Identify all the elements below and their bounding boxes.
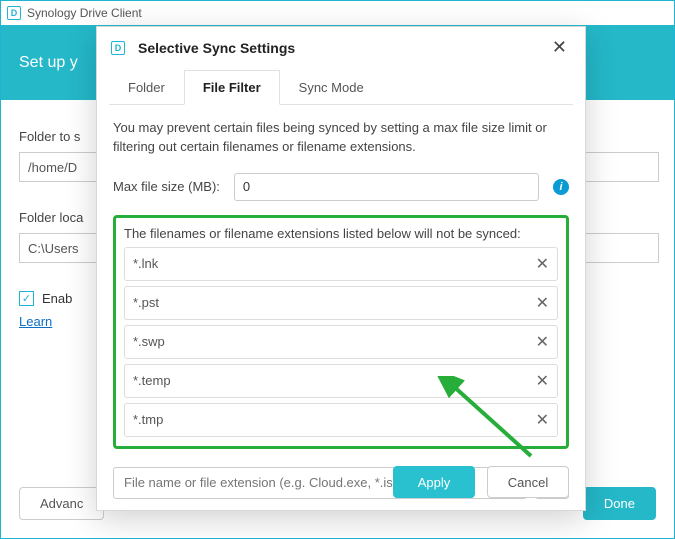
exclusion-text: *.pst xyxy=(133,295,159,310)
exclusion-item: *.temp ✕ xyxy=(124,364,558,398)
max-size-label: Max file size (MB): xyxy=(113,179,220,194)
exclusion-item: *.pst ✕ xyxy=(124,286,558,320)
modal-app-icon: D xyxy=(111,41,125,55)
exclusion-item: *.swp ✕ xyxy=(124,325,558,359)
max-size-input[interactable] xyxy=(234,173,539,201)
exclusion-text: *.swp xyxy=(133,334,165,349)
info-icon[interactable]: i xyxy=(553,179,569,195)
exclusion-text: *.temp xyxy=(133,373,171,388)
exclusion-list-highlight: The filenames or filename extensions lis… xyxy=(113,215,569,449)
remove-icon[interactable]: ✕ xyxy=(536,371,549,391)
exclusion-item: *.tmp ✕ xyxy=(124,403,558,437)
titlebar: D Synology Drive Client xyxy=(1,1,674,25)
setup-heading: Set up y xyxy=(19,54,78,72)
enable-checkbox[interactable]: ✓ xyxy=(19,291,34,306)
tab-folder[interactable]: Folder xyxy=(109,70,184,104)
enable-label: Enab xyxy=(42,291,72,306)
remove-icon[interactable]: ✕ xyxy=(536,293,549,313)
exclusion-text: *.tmp xyxy=(133,412,163,427)
exclusion-list-header: The filenames or filename extensions lis… xyxy=(124,226,558,241)
exclusion-text: *.lnk xyxy=(133,256,158,271)
apply-button[interactable]: Apply xyxy=(393,466,475,498)
app-title: Synology Drive Client xyxy=(27,6,142,20)
modal-title: Selective Sync Settings xyxy=(138,40,295,56)
filter-description: You may prevent certain files being sync… xyxy=(113,119,569,157)
cancel-button[interactable]: Cancel xyxy=(487,466,569,498)
advanced-button[interactable]: Advanc xyxy=(19,487,104,520)
exclusion-item: *.lnk ✕ xyxy=(124,247,558,281)
remove-icon[interactable]: ✕ xyxy=(536,254,549,274)
selective-sync-modal: D Selective Sync Settings ✕ Folder File … xyxy=(96,26,586,511)
done-button[interactable]: Done xyxy=(583,487,656,520)
remove-icon[interactable]: ✕ xyxy=(536,410,549,430)
close-icon[interactable]: ✕ xyxy=(548,37,571,58)
main-window: D Synology Drive Client Set up y Folder … xyxy=(0,0,675,539)
remove-icon[interactable]: ✕ xyxy=(536,332,549,352)
tabs: Folder File Filter Sync Mode xyxy=(109,70,573,105)
learn-more-link[interactable]: Learn xyxy=(19,314,52,329)
tab-sync-mode[interactable]: Sync Mode xyxy=(280,70,383,104)
app-icon: D xyxy=(7,6,21,20)
tab-file-filter[interactable]: File Filter xyxy=(184,70,280,105)
